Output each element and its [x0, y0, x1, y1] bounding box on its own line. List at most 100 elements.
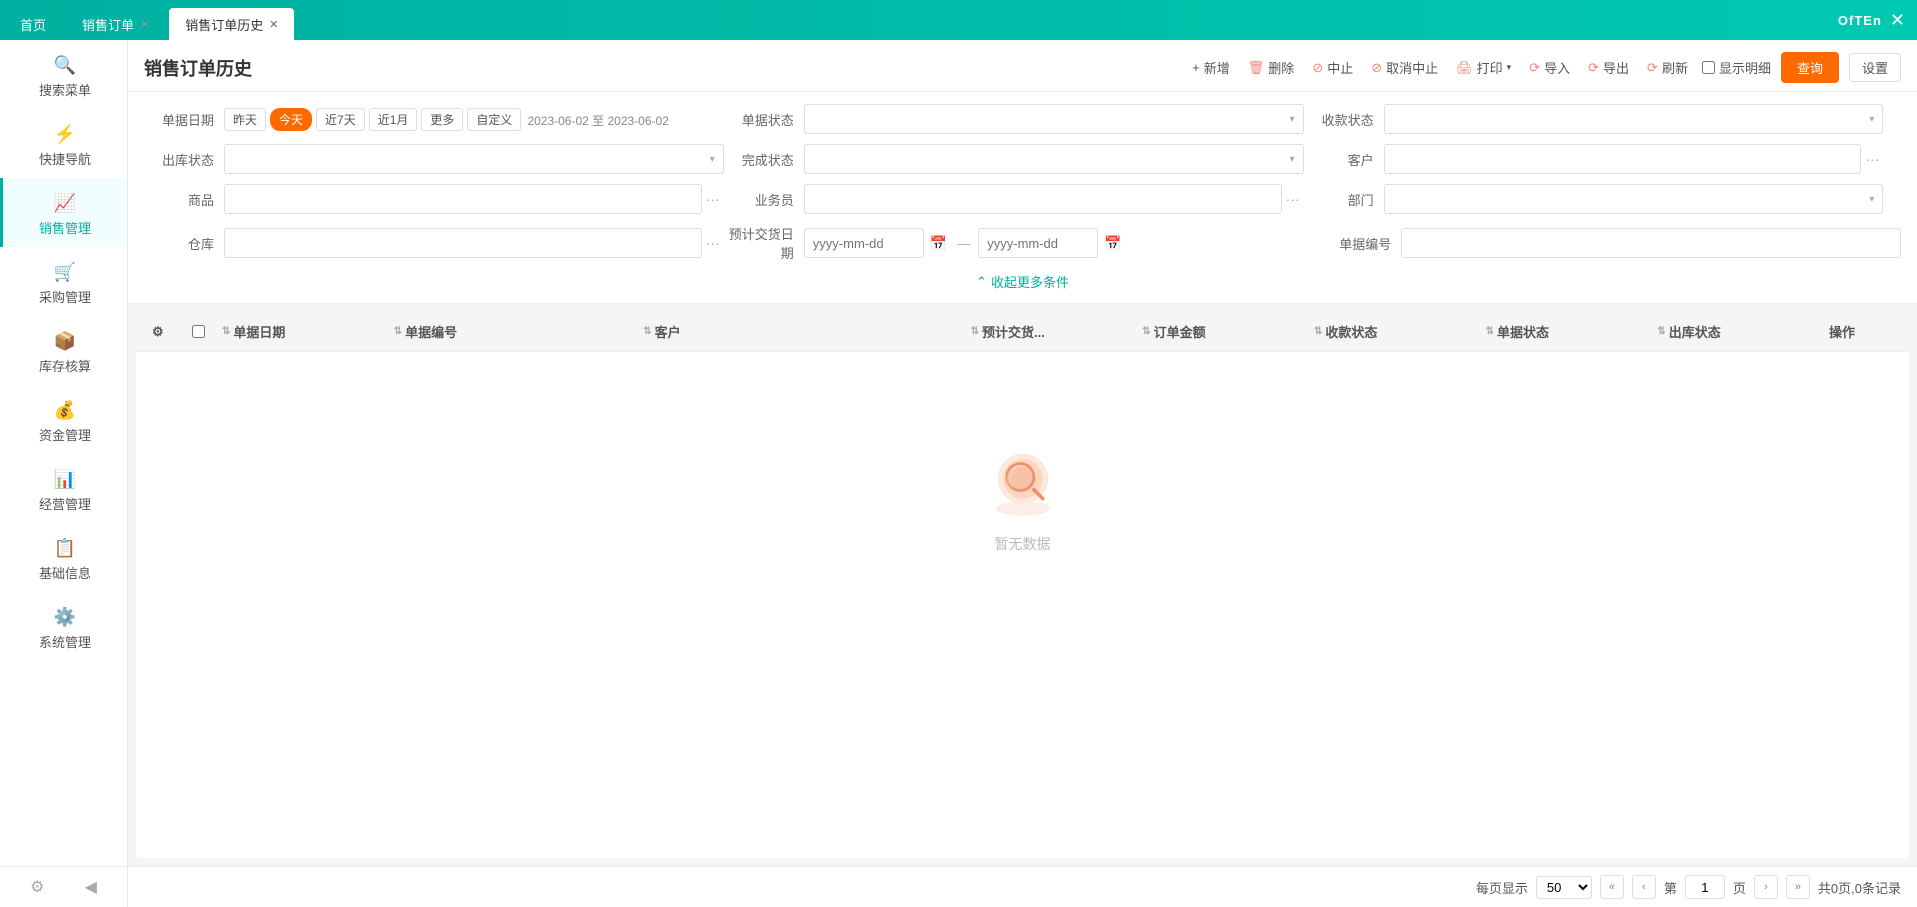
sort-icon-customer: ⇅ — [643, 326, 651, 337]
filter-customer-group: 客户 ··· — [1304, 144, 1884, 174]
finance-icon: 💰 — [54, 399, 76, 421]
sidebar-item-sys-mgmt[interactable]: ⚙️系统管理 — [0, 592, 127, 661]
delivery-date-start-calendar-icon[interactable]: 📅 — [928, 235, 949, 252]
tab-sales-order-history[interactable]: 销售订单历史✕ — [169, 8, 294, 40]
stop-button[interactable]: ⊘ 中止 — [1308, 56, 1357, 79]
dept-select[interactable]: ▾ — [1384, 184, 1884, 214]
export-button[interactable]: ⟳ 导出 — [1584, 56, 1633, 79]
warehouse-label: 仓库 — [144, 234, 224, 253]
delivery-date-end-input[interactable] — [978, 228, 1098, 258]
delivery-date-end-calendar-icon[interactable]: 📅 — [1102, 235, 1123, 252]
date-value: 昨天 今天 近7天 近1月 更多 自定义 2023-06-02 至 2023-0… — [224, 108, 724, 131]
date-btn-custom[interactable]: 自定义 — [467, 108, 521, 131]
warehouse-input[interactable] — [224, 228, 702, 258]
date-btn-7days[interactable]: 近7天 — [316, 108, 365, 131]
goods-input[interactable] — [224, 184, 702, 214]
tab-close-sales-order-history[interactable]: ✕ — [269, 18, 278, 31]
tab-close-sales-order[interactable]: ✕ — [140, 18, 149, 31]
sales-mgmt-icon: 📈 — [54, 192, 76, 214]
out-status-arrow-icon: ▾ — [710, 154, 715, 165]
sidebar-item-operations[interactable]: 📊经营管理 — [0, 454, 127, 523]
th-bill-status[interactable]: ⇅ 单据状态 — [1478, 322, 1650, 341]
show-detail-input[interactable] — [1702, 61, 1715, 74]
tab-home[interactable]: 首页 — [4, 8, 62, 40]
cancel-stop-button[interactable]: ⊘ 取消中止 — [1367, 56, 1442, 79]
sidebar-item-purchase-mgmt[interactable]: 🛒采购管理 — [0, 247, 127, 316]
th-delivery-label: 预计交货... — [982, 322, 1045, 341]
date-btn-1month[interactable]: 近1月 — [369, 108, 418, 131]
new-button[interactable]: + 新增 — [1188, 56, 1234, 79]
page-nav-next[interactable]: › — [1754, 875, 1778, 899]
salesman-input[interactable] — [804, 184, 1282, 214]
sidebar-item-quick-nav[interactable]: ⚡快捷导航 — [0, 109, 127, 178]
filter-salesman-group: 业务员 ··· — [724, 184, 1304, 214]
page-nav-first[interactable]: « — [1600, 875, 1624, 899]
show-detail-checkbox[interactable]: 显示明细 — [1702, 58, 1771, 77]
warehouse-dots-icon[interactable]: ··· — [702, 235, 724, 251]
tab-label-home: 首页 — [20, 15, 46, 34]
sidebar-item-finance[interactable]: 💰资金管理 — [0, 385, 127, 454]
goods-dots-icon[interactable]: ··· — [702, 191, 724, 207]
bill-no-input[interactable] — [1401, 228, 1901, 258]
out-status-select[interactable]: ▾ — [224, 144, 724, 174]
th-amount[interactable]: ⇅ 订单金额 — [1134, 322, 1306, 341]
tab-sales-order[interactable]: 销售订单✕ — [66, 8, 165, 40]
customer-input[interactable] — [1384, 144, 1862, 174]
customer-dots-icon[interactable]: ··· — [1861, 151, 1883, 167]
topbar-close-icon[interactable]: ✕ — [1890, 10, 1905, 31]
delete-button[interactable]: 🗑 删除 — [1244, 56, 1299, 79]
th-date-label: 单据日期 — [233, 322, 285, 341]
settings-button[interactable]: 设置 — [1849, 53, 1901, 82]
date-btn-more[interactable]: 更多 — [421, 108, 463, 131]
import-label: 导入 — [1544, 58, 1570, 77]
refresh-icon: ⟳ — [1647, 60, 1658, 76]
salesman-dots-icon[interactable]: ··· — [1282, 191, 1304, 207]
page-nav-last[interactable]: » — [1786, 875, 1810, 899]
sidebar-item-inventory[interactable]: 📦库存核算 — [0, 316, 127, 385]
sidebar-item-sales-mgmt[interactable]: 📈销售管理 — [0, 178, 127, 247]
page-input[interactable] — [1685, 875, 1725, 899]
dept-arrow-icon: ▾ — [1869, 194, 1874, 205]
th-gear[interactable]: ⚙ — [144, 324, 184, 340]
query-button[interactable]: 查询 — [1781, 52, 1839, 83]
bill-status-select[interactable]: ▾ — [804, 104, 1304, 134]
page-size-select[interactable]: 20 50 100 — [1536, 876, 1592, 899]
th-date[interactable]: ⇅ 单据日期 — [214, 322, 386, 341]
th-op-label: 操作 — [1829, 322, 1855, 341]
th-check[interactable] — [184, 325, 214, 338]
collapse-arrow-icon: ⌃ — [976, 274, 987, 290]
th-no[interactable]: ⇅ 单据编号 — [386, 322, 636, 341]
th-delivery[interactable]: ⇅ 预计交货... — [963, 322, 1135, 341]
date-range-text: 2023-06-02 至 2023-06-02 — [527, 112, 668, 129]
sidebar-settings-icon[interactable]: ⚙ — [30, 877, 44, 897]
print-icon: 🖨 — [1456, 60, 1473, 76]
export-label: 导出 — [1603, 58, 1629, 77]
sidebar-collapse-icon[interactable]: ◀ — [85, 877, 97, 897]
date-btn-today[interactable]: 今天 — [270, 108, 312, 131]
sidebar-item-search-menu[interactable]: 🔍搜索菜单 — [0, 40, 127, 109]
filter-out-status-group: 出库状态 ▾ — [144, 144, 724, 174]
page-nav-prev[interactable]: ‹ — [1632, 875, 1656, 899]
delivery-date-start-input[interactable] — [804, 228, 924, 258]
th-out-status[interactable]: ⇅ 出库状态 — [1649, 322, 1821, 341]
print-button[interactable]: 🖨 打印 ▾ — [1452, 56, 1515, 79]
sort-icon-amount: ⇅ — [1142, 326, 1150, 337]
complete-status-select[interactable]: ▾ — [804, 144, 1304, 174]
import-button[interactable]: ⟳ 导入 — [1525, 56, 1574, 79]
pay-status-arrow-icon: ▾ — [1869, 114, 1874, 125]
filter-row-4: 仓库 ··· 预计交货日期 📅 — 📅 — [144, 224, 1901, 262]
print-label: 打印 — [1477, 58, 1503, 77]
search-menu-icon: 🔍 — [54, 54, 76, 76]
pay-status-select[interactable]: ▾ — [1384, 104, 1884, 134]
refresh-button[interactable]: ⟳ 刷新 — [1643, 56, 1692, 79]
new-icon: + — [1192, 60, 1200, 75]
date-btn-yesterday[interactable]: 昨天 — [224, 108, 266, 131]
sidebar-item-base-info[interactable]: 📋基础信息 — [0, 523, 127, 592]
th-customer[interactable]: ⇅ 客户 — [635, 322, 962, 341]
bill-no-label: 单据编号 — [1321, 234, 1401, 253]
operations-icon: 📊 — [54, 468, 76, 490]
collapse-button[interactable]: ⌃ 收起更多条件 — [144, 272, 1901, 291]
customer-label: 客户 — [1304, 150, 1384, 169]
select-all-checkbox[interactable] — [192, 325, 205, 338]
th-pay-status[interactable]: ⇅ 收款状态 — [1306, 322, 1478, 341]
